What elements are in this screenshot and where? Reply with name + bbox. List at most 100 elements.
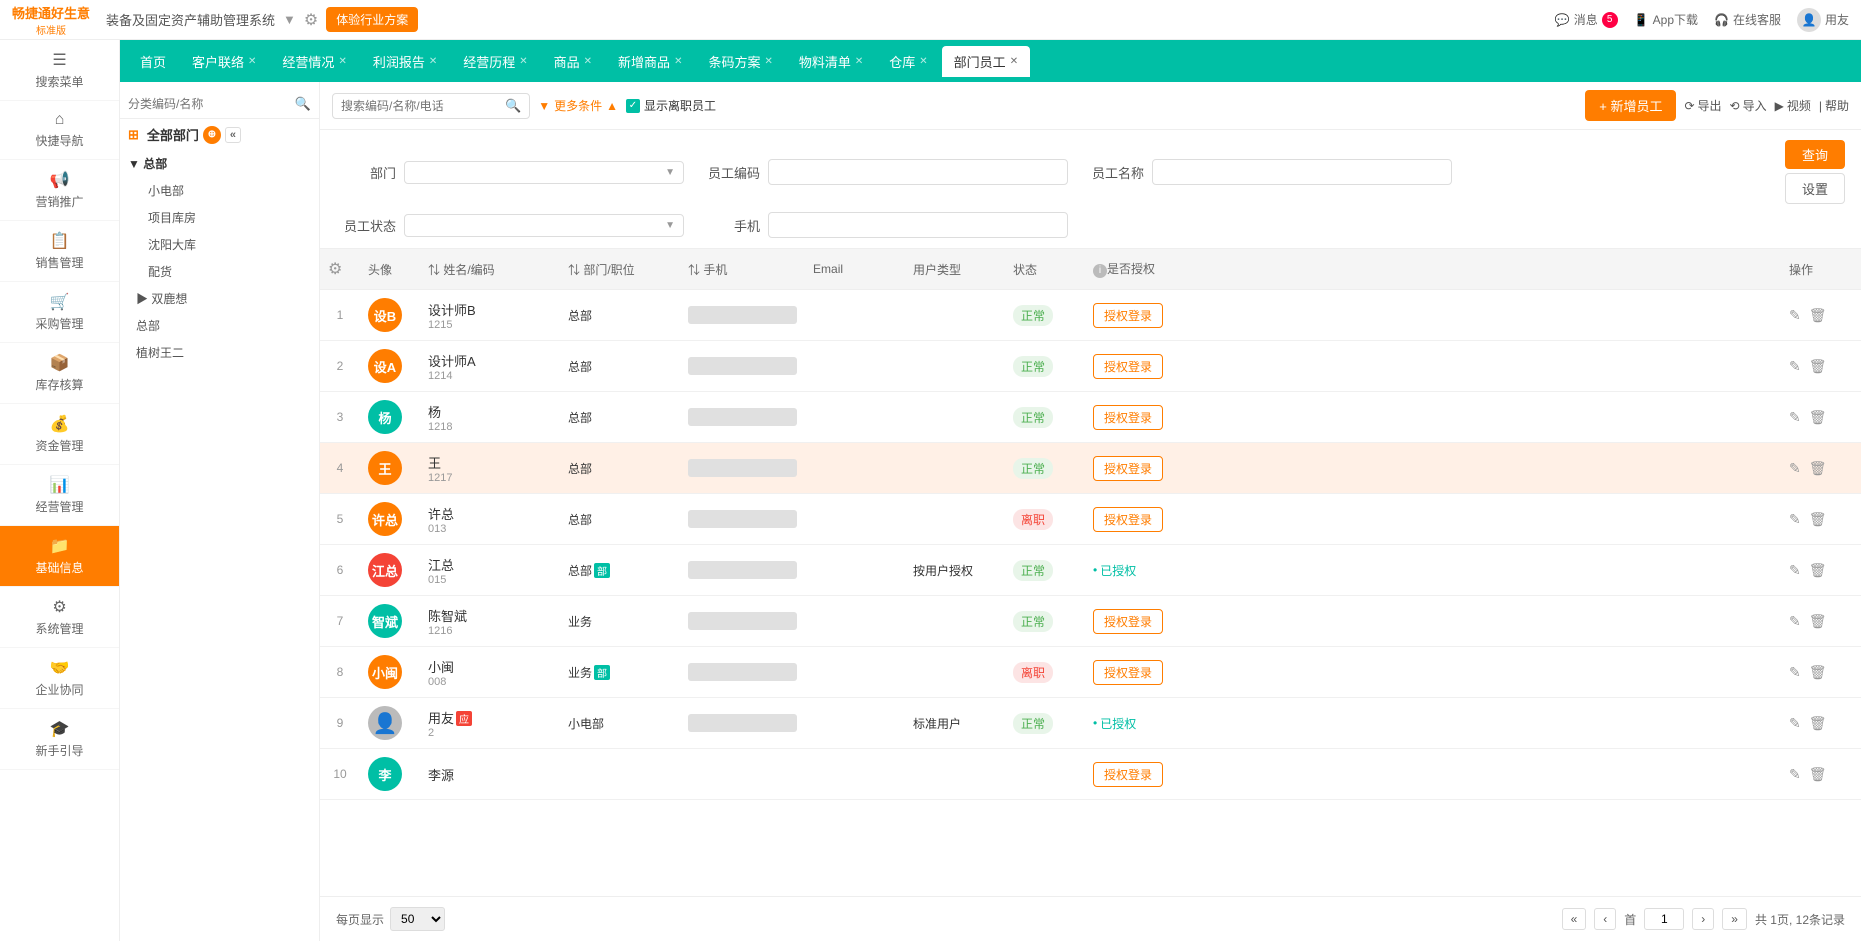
delete-button[interactable]: 🗑 — [1809, 715, 1827, 732]
tab-add-goods[interactable]: 新增商品✕ — [606, 46, 694, 77]
per-page-select[interactable]: 50 100 200 — [390, 907, 445, 931]
sidebar-item-sales[interactable]: 📋 销售管理 — [0, 221, 119, 282]
delete-button[interactable]: 🗑 — [1809, 460, 1827, 477]
tree-item-zongbu[interactable]: 总部 — [120, 312, 319, 339]
tab-operation-status[interactable]: 经营情况✕ — [270, 46, 358, 77]
sidebar-item-basic[interactable]: 📁 基础信息 — [0, 526, 119, 587]
close-icon[interactable]: ✕ — [674, 56, 682, 67]
auth-login-button[interactable]: 授权登录 — [1093, 405, 1163, 430]
sidebar-item-system[interactable]: ⚙ 系统管理 — [0, 587, 119, 648]
tree-item-zhishu[interactable]: 植树王二 — [120, 339, 319, 366]
auth-login-button[interactable]: 授权登录 — [1093, 609, 1163, 634]
prev-page-button[interactable]: ‹ — [1594, 908, 1616, 930]
close-icon[interactable]: ✕ — [519, 56, 527, 67]
tab-goods[interactable]: 商品✕ — [542, 46, 604, 77]
tree-item-shuangluxiang[interactable]: ▶ 双鹿想 — [120, 285, 319, 312]
last-page-button[interactable]: » — [1722, 908, 1747, 930]
tree-item-peihuo[interactable]: 配货 — [120, 258, 319, 285]
dept-select[interactable]: ▼ — [404, 161, 684, 184]
search-icon[interactable]: 🔍 — [505, 98, 521, 114]
tree-item-project[interactable]: 项目库房 — [120, 204, 319, 231]
delete-button[interactable]: 🗑 — [1809, 613, 1827, 630]
sidebar-item-collab[interactable]: 🤝 企业协同 — [0, 648, 119, 709]
sidebar-item-inventory[interactable]: 📦 库存核算 — [0, 343, 119, 404]
auth-login-button[interactable]: 授权登录 — [1093, 660, 1163, 685]
set-button[interactable]: 设置 — [1785, 173, 1845, 204]
auth-login-button[interactable]: 授权登录 — [1093, 507, 1163, 532]
tab-employee[interactable]: 部门员工✕ — [942, 46, 1030, 77]
auth-login-button[interactable]: 授权登录 — [1093, 303, 1163, 328]
close-icon[interactable]: ✕ — [248, 56, 256, 67]
tab-history[interactable]: 经营历程✕ — [451, 46, 539, 77]
col-settings[interactable]: ⚙ — [320, 249, 360, 290]
emp-name-input[interactable] — [1152, 159, 1452, 185]
tab-barcode[interactable]: 条码方案✕ — [696, 46, 784, 77]
edit-button[interactable]: ✎ — [1789, 460, 1801, 477]
settings-icon[interactable]: ⚙ — [328, 261, 342, 278]
auth-login-button[interactable]: 授权登录 — [1093, 456, 1163, 481]
auth-login-button[interactable]: 授权登录 — [1093, 354, 1163, 379]
close-icon[interactable]: ✕ — [429, 56, 437, 67]
sidebar-item-purchase[interactable]: 🛒 采购管理 — [0, 282, 119, 343]
close-icon[interactable]: ✕ — [338, 56, 346, 67]
add-employee-button[interactable]: + 新增员工 — [1585, 90, 1676, 121]
delete-button[interactable]: 🗑 — [1809, 766, 1827, 783]
edit-button[interactable]: ✎ — [1789, 307, 1801, 324]
delete-button[interactable]: 🗑 — [1809, 358, 1827, 375]
delete-button[interactable]: 🗑 — [1809, 664, 1827, 681]
tab-customer[interactable]: 客户联络✕ — [180, 46, 268, 77]
tree-item-xiaodibu[interactable]: 小电部 — [120, 177, 319, 204]
close-icon[interactable]: ✕ — [855, 56, 863, 67]
tree-item-shenyang[interactable]: 沈阳大库 — [120, 231, 319, 258]
delete-button[interactable]: 🗑 — [1809, 307, 1827, 324]
import-button[interactable]: ⟲ 导入 — [1730, 97, 1767, 114]
dropdown-arrow-icon[interactable]: ▼ — [283, 12, 296, 27]
delete-button[interactable]: 🗑 — [1809, 511, 1827, 528]
edit-button[interactable]: ✎ — [1789, 715, 1801, 732]
more-conditions-button[interactable]: ▼ 更多条件 ▲ — [538, 97, 618, 114]
search-button[interactable]: 查询 — [1785, 140, 1845, 169]
auth-login-button[interactable]: 授权登录 — [1093, 762, 1163, 787]
tab-warehouse[interactable]: 仓库✕ — [877, 46, 939, 77]
settings-icon[interactable]: ⚙ — [304, 10, 318, 30]
sidebar-item-finance[interactable]: 💰 资金管理 — [0, 404, 119, 465]
tree-toggle-button[interactable]: « — [225, 127, 241, 143]
phone-input[interactable] — [768, 212, 1068, 238]
search-input[interactable] — [341, 99, 501, 113]
trial-button[interactable]: 体验行业方案 — [326, 7, 418, 32]
close-icon[interactable]: ✕ — [764, 56, 772, 67]
tab-profit[interactable]: 利润报告✕ — [361, 46, 449, 77]
export-button[interactable]: ⟳ 导出 — [1684, 97, 1721, 114]
col-phone[interactable]: ⇅ 手机 — [680, 249, 805, 290]
help-button[interactable]: | 帮助 — [1819, 97, 1849, 114]
emp-code-input[interactable] — [768, 159, 1068, 185]
close-icon[interactable]: ✕ — [1010, 56, 1018, 67]
delete-button[interactable]: 🗑 — [1809, 409, 1827, 426]
app-download-button[interactable]: 📱 App下载 — [1634, 11, 1698, 28]
edit-button[interactable]: ✎ — [1789, 766, 1801, 783]
tab-bom[interactable]: 物料清单✕ — [787, 46, 875, 77]
online-service-button[interactable]: 🎧 在线客服 — [1714, 11, 1781, 28]
sidebar-item-search[interactable]: ☰ 搜索菜单 — [0, 40, 119, 101]
show-resigned-toggle[interactable]: ✓ 显示离职员工 — [626, 97, 716, 114]
status-select[interactable]: ▼ — [404, 214, 684, 237]
col-dept[interactable]: ⇅ 部门/职位 — [560, 249, 680, 290]
delete-button[interactable]: 🗑 — [1809, 562, 1827, 579]
next-page-button[interactable]: › — [1692, 908, 1714, 930]
edit-button[interactable]: ✎ — [1789, 409, 1801, 426]
first-page-button[interactable]: « — [1562, 908, 1587, 930]
sidebar-item-marketing[interactable]: 📢 营销推广 — [0, 160, 119, 221]
edit-button[interactable]: ✎ — [1789, 511, 1801, 528]
close-icon[interactable]: ✕ — [584, 56, 592, 67]
sidebar-item-guide[interactable]: 🎓 新手引导 — [0, 709, 119, 770]
tree-collapse-button[interactable]: ⊕ — [203, 126, 221, 144]
edit-button[interactable]: ✎ — [1789, 613, 1801, 630]
edit-button[interactable]: ✎ — [1789, 562, 1801, 579]
sidebar-item-operation[interactable]: 📊 经营管理 — [0, 465, 119, 526]
video-button[interactable]: ▶ 视频 — [1775, 97, 1811, 114]
tab-home[interactable]: 首页 — [128, 46, 178, 77]
edit-button[interactable]: ✎ — [1789, 664, 1801, 681]
page-number-input[interactable] — [1644, 908, 1684, 930]
tree-search-icon[interactable]: 🔍 — [295, 96, 311, 112]
tree-group-hq[interactable]: ▼ 总部 — [120, 150, 319, 177]
